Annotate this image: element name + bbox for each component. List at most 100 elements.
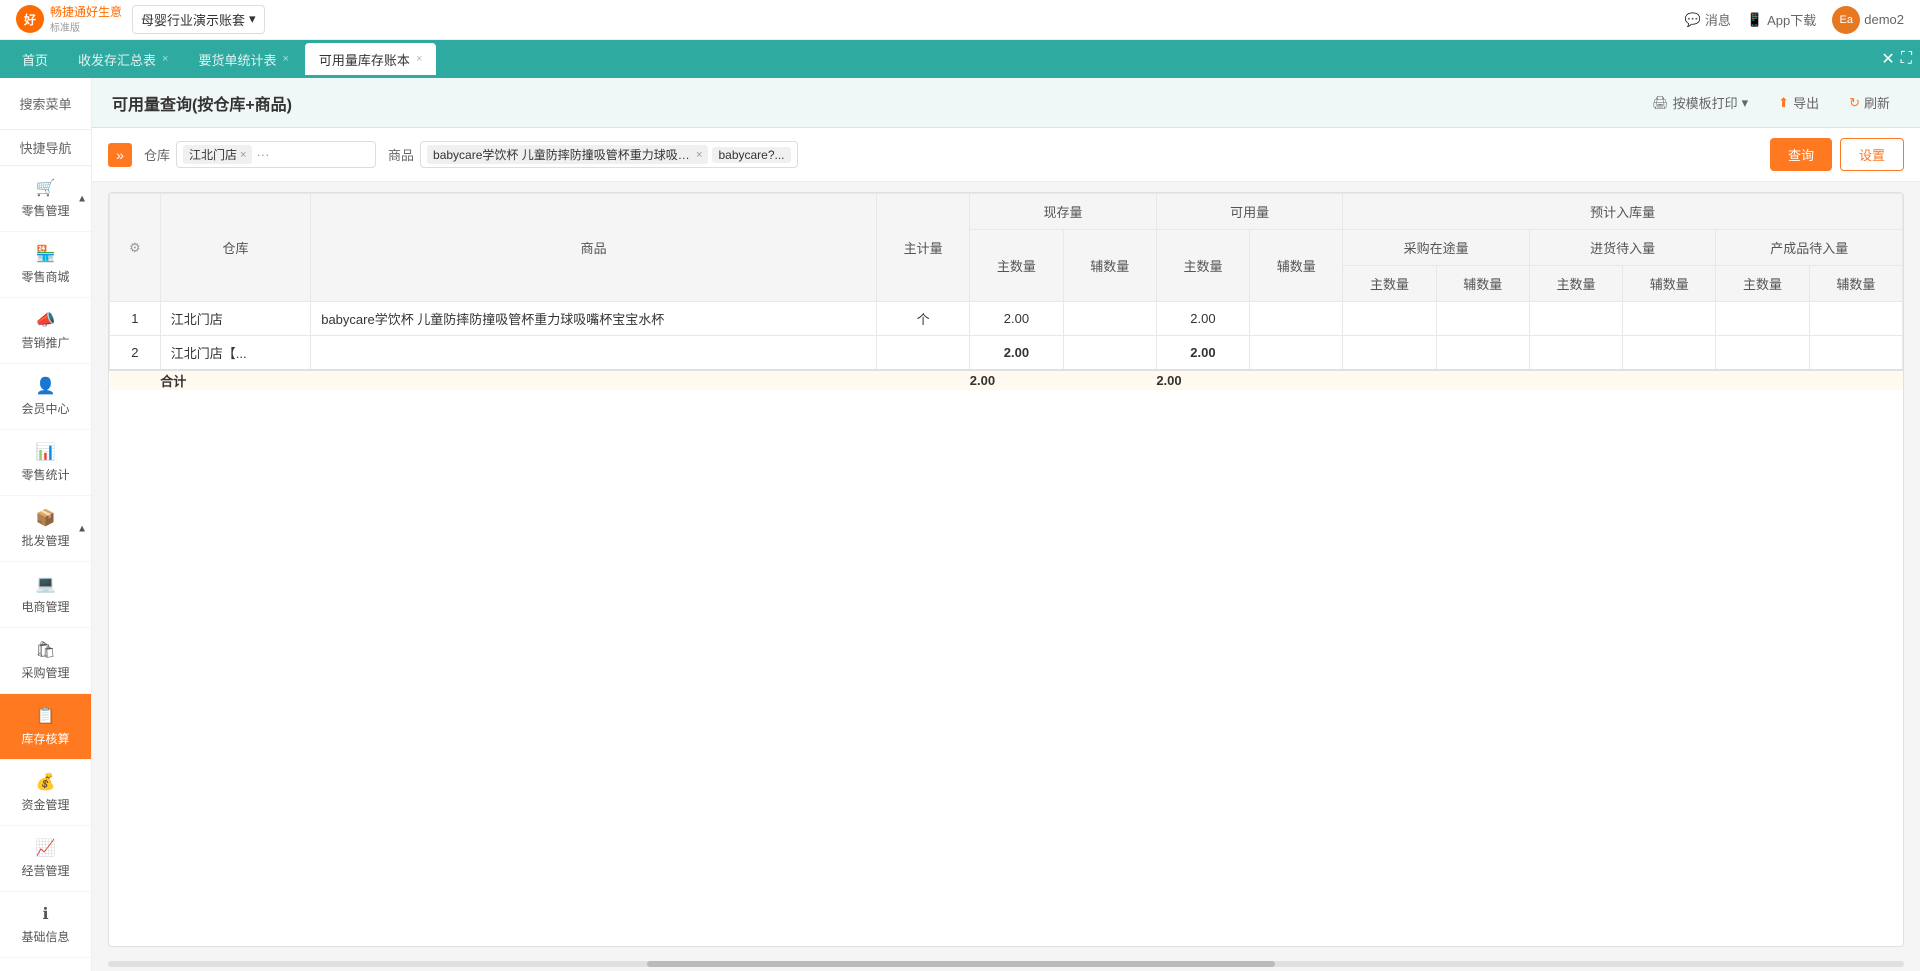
tfoot-inc-main (1529, 370, 1622, 390)
close-all-icon: ✕ (1881, 49, 1894, 69)
sidebar-item-member-center-label: 会员中心 (21, 400, 69, 417)
tfoot-empty-1 (311, 370, 877, 390)
export-btn[interactable]: ⬆ 导出 (1768, 88, 1829, 117)
inventory-icon: 📋 (36, 706, 56, 726)
print-icon: 🖨 (1652, 95, 1669, 111)
td-cur-sub-1 (1063, 336, 1156, 371)
logo-icon: 好 (16, 5, 44, 33)
sidebar-item-finance-mgmt[interactable]: 💰 资金管理 (0, 760, 91, 826)
tab-order-stats[interactable]: 要货单统计表 × (184, 43, 302, 75)
industry-label: 母婴行业演示账套 (141, 10, 245, 29)
td-row-num-1: 2 (110, 336, 161, 371)
warehouse-tag-remove[interactable]: × (240, 149, 246, 161)
td-inc-sub-0 (1623, 302, 1716, 336)
tfoot-avail-main: 2.00 (1156, 370, 1249, 390)
sidebar: 搜索菜单 快捷导航 🛒 零售管理 ▲ 🏪 零售商城 📣 营销推广 👤 会员中心 … (0, 78, 92, 971)
top-bar-left: 好 畅捷通好生意 标准版 母婴行业演示账套 ▾ (16, 5, 265, 34)
sidebar-item-system-mgmt[interactable]: ⚙ 系统管理 (0, 958, 91, 971)
wholesale-mgmt-icon: 📦 (36, 508, 56, 528)
sidebar-item-marketing[interactable]: 📣 营销推广 (0, 298, 91, 364)
product-tag-remove-0[interactable]: × (696, 149, 702, 161)
th-forecast-in-group: 预计入库量 (1343, 194, 1903, 230)
ecommerce-icon: 💻 (36, 574, 56, 594)
industry-select[interactable]: 母婴行业演示账套 ▾ (132, 5, 265, 34)
ops-icon: 📈 (36, 838, 56, 858)
print-chevron-icon: ▾ (1742, 95, 1749, 111)
chevron-icon-2: ▲ (77, 523, 87, 534)
td-pur-sub-1 (1436, 336, 1529, 371)
message-label: 消息 (1705, 10, 1731, 29)
app-download-btn[interactable]: 📱 App下载 (1747, 10, 1816, 29)
sidebar-item-ecommerce-mgmt[interactable]: 💻 电商管理 (0, 562, 91, 628)
sidebar-item-retail-stats-label: 零售统计 (21, 466, 69, 483)
td-cur-main-0: 2.00 (970, 302, 1063, 336)
filter-bar: » 仓库 江北门店 × ··· 商品 babycare学饮杯 儿童防摔防撞吸管杯… (92, 128, 1920, 182)
product-filter-input[interactable]: babycare学饮杯 儿童防摔防撞吸管杯重力球吸嘴杯宝宝水杯 × babyca… (420, 141, 797, 168)
warehouse-ellipsis[interactable]: ··· (256, 147, 269, 162)
sidebar-item-inventory-check[interactable]: 📋 库存核算 (0, 694, 91, 760)
td-row-num-0: 1 (110, 302, 161, 336)
scroll-track[interactable] (108, 961, 1904, 967)
filter-expand-btn[interactable]: » (108, 143, 132, 167)
sidebar-item-member-center[interactable]: 👤 会员中心 (0, 364, 91, 430)
th-warehouse: 仓库 (160, 194, 310, 302)
logo-text-group: 畅捷通好生意 标准版 (50, 5, 122, 34)
td-avail-main-0: 2.00 (1156, 302, 1249, 336)
tfoot-cur-main: 2.00 (970, 370, 1063, 390)
sidebar-quick-nav-btn[interactable]: 快捷导航 (0, 130, 91, 166)
top-bar-right: 💬 消息 📱 App下载 Ea demo2 (1685, 6, 1904, 34)
user-profile[interactable]: Ea demo2 (1832, 6, 1904, 34)
print-template-btn[interactable]: 🖨 按模板打印 ▾ (1642, 88, 1758, 117)
sidebar-item-wholesale-mgmt[interactable]: 📦 批发管理 ▲ (0, 496, 91, 562)
warehouse-tag-0: 江北门店 × (183, 145, 252, 164)
td-inc-main-0 (1529, 302, 1622, 336)
product-tag-text-0: babycare学饮杯 儿童防摔防撞吸管杯重力球吸嘴杯宝宝水杯 (433, 146, 693, 163)
logo-sub: 标准版 (50, 19, 122, 34)
td-pur-main-1 (1343, 336, 1436, 371)
sidebar-item-retail-mgmt[interactable]: 🛒 零售管理 ▲ (0, 166, 91, 232)
tab-close-all[interactable]: ✕ ⛶ (1881, 49, 1912, 69)
th-purchase-sub: 辅数量 (1436, 266, 1529, 302)
sidebar-item-purchase-label: 采购管理 (21, 664, 69, 681)
tab-available-stock-close[interactable]: × (416, 53, 422, 65)
content-area: 可用量查询(按仓库+商品) 🖨 按模板打印 ▾ ⬆ 导出 ↻ 刷新 » (92, 78, 1920, 971)
message-btn[interactable]: 💬 消息 (1685, 10, 1731, 29)
tab-receipt-summary[interactable]: 收发存汇总表 × (64, 43, 182, 75)
sidebar-item-basic-info[interactable]: ℹ 基础信息 (0, 892, 91, 958)
purchase-icon: 🛍 (35, 640, 55, 660)
warehouse-tag-text: 江北门店 (189, 146, 237, 163)
td-warehouse-1: 江北门店【... (160, 336, 310, 371)
sidebar-item-retail-mall[interactable]: 🏪 零售商城 (0, 232, 91, 298)
query-btn[interactable]: 查询 (1770, 138, 1832, 171)
tab-order-stats-close[interactable]: × (282, 53, 288, 65)
scroll-thumb[interactable] (647, 961, 1276, 967)
th-incoming-sub: 辅数量 (1623, 266, 1716, 302)
refresh-btn[interactable]: ↻ 刷新 (1839, 88, 1900, 117)
print-label: 按模板打印 (1673, 93, 1738, 112)
sidebar-item-inventory-label: 库存核算 (21, 730, 69, 747)
td-avail-main-1: 2.00 (1156, 336, 1249, 371)
sidebar-item-wholesale-mgmt-label: 批发管理 (21, 532, 69, 549)
sidebar-item-purchase-mgmt[interactable]: 🛍 采购管理 (0, 628, 91, 694)
tfoot-prod-main (1716, 370, 1809, 390)
export-icon: ⬆ (1778, 95, 1789, 111)
tab-available-stock-label: 可用量库存账本 (319, 50, 410, 69)
sidebar-item-ops-mgmt[interactable]: 📈 经营管理 (0, 826, 91, 892)
sidebar-search-section: 搜索菜单 (0, 78, 91, 130)
th-settings[interactable]: ⚙ (110, 194, 161, 302)
tab-home[interactable]: 首页 (8, 43, 62, 75)
tab-receipt-summary-close[interactable]: × (162, 53, 168, 65)
table-row: 2 江北门店【... 2.00 2.00 (110, 336, 1903, 371)
sidebar-item-retail-stats[interactable]: 📊 零售统计 (0, 430, 91, 496)
setting-btn[interactable]: 设置 (1840, 138, 1904, 171)
tab-available-stock[interactable]: 可用量库存账本 × (305, 43, 436, 75)
warehouse-filter-input[interactable]: 江北门店 × ··· (176, 141, 376, 168)
sidebar-search-btn[interactable]: 搜索菜单 (8, 88, 83, 119)
td-unit-0: 个 (877, 302, 970, 336)
table-container: ⚙ 仓库 商品 主计量 现存量 可用量 预计入库量 主数量 辅数量 主数量 辅数… (108, 192, 1904, 947)
page-actions: 🖨 按模板打印 ▾ ⬆ 导出 ↻ 刷新 (1642, 88, 1900, 117)
th-purchase-main: 主数量 (1343, 266, 1436, 302)
product-tag-0: babycare学饮杯 儿童防摔防撞吸管杯重力球吸嘴杯宝宝水杯 × (427, 145, 708, 164)
finance-icon: 💰 (36, 772, 56, 792)
username-label: demo2 (1864, 12, 1904, 27)
